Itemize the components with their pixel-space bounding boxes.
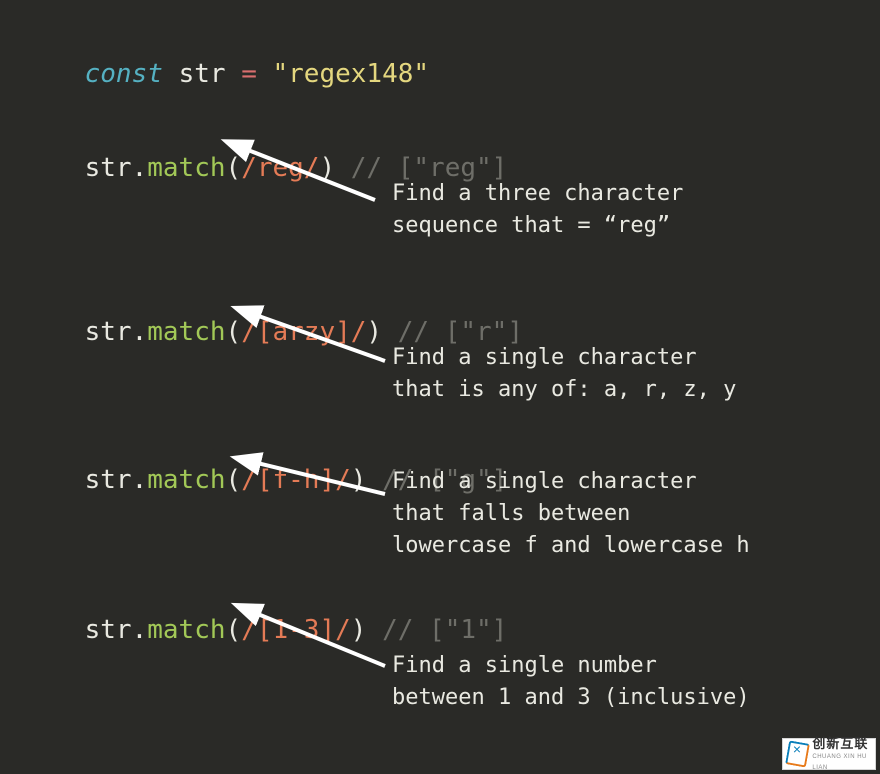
code-canvas: const str = "regex148" str.match(/reg/) … <box>0 0 880 774</box>
arrow-icon <box>245 306 390 371</box>
assign-op: = <box>241 59 257 89</box>
arrow-icon <box>245 454 390 502</box>
annotation-3: Find a single character that falls betwe… <box>392 466 750 562</box>
declaration-line: const str = "regex148" <box>22 24 429 125</box>
arrow-icon <box>245 604 390 676</box>
annotation-2: Find a single character that is any of: … <box>392 342 736 406</box>
annotation-4: Find a single number between 1 and 3 (in… <box>392 650 750 714</box>
watermark-text: 创新互联 CHUANG XIN HU LIAN <box>812 737 875 772</box>
annotation-1: Find a three character sequence that = “… <box>392 178 683 242</box>
arrow-icon <box>235 140 380 210</box>
string-literal: "regex148" <box>273 59 430 89</box>
watermark-logo-icon <box>785 740 810 767</box>
watermark-badge: 创新互联 CHUANG XIN HU LIAN <box>782 738 876 770</box>
var-name: str <box>179 59 226 89</box>
keyword-const: const <box>85 59 163 89</box>
